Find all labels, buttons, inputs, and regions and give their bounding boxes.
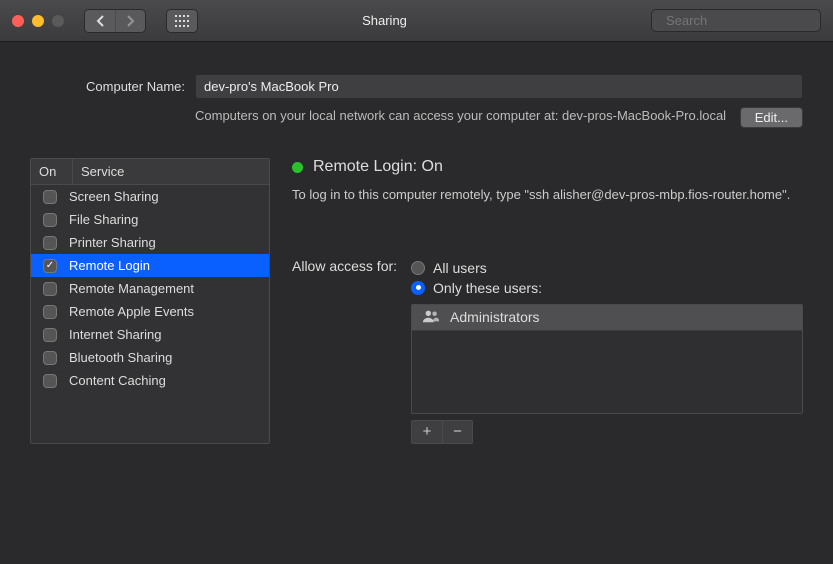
status-line: Remote Login: On: [292, 158, 803, 176]
radio-icon: [411, 261, 425, 275]
chevron-left-icon: [96, 15, 105, 27]
radio-all-users[interactable]: All users: [411, 258, 803, 278]
add-user-button[interactable]: +: [412, 421, 442, 443]
radio-only-users[interactable]: Only these users:: [411, 278, 803, 298]
service-label: Content Caching: [69, 373, 166, 388]
computer-name-input[interactable]: [195, 74, 803, 99]
access-label: Allow access for:: [292, 258, 397, 444]
back-button[interactable]: [85, 10, 115, 32]
status-indicator-icon: [292, 162, 303, 173]
search-input[interactable]: [666, 13, 833, 28]
service-checkbox[interactable]: [43, 328, 57, 342]
access-section: Allow access for: All users Only these u…: [292, 258, 803, 444]
computer-name-hint: Computers on your local network can acce…: [195, 107, 728, 128]
remove-user-button[interactable]: −: [442, 421, 472, 443]
users-icon: [422, 309, 440, 326]
service-label: Screen Sharing: [69, 189, 159, 204]
service-checkbox[interactable]: [43, 351, 57, 365]
service-row[interactable]: Screen Sharing: [31, 185, 269, 208]
zoom-window-button[interactable]: [52, 15, 64, 27]
service-label: Internet Sharing: [69, 327, 162, 342]
service-checkbox[interactable]: [43, 236, 57, 250]
service-row[interactable]: Printer Sharing: [31, 231, 269, 254]
status-label: Remote Login: On: [313, 158, 443, 176]
service-checkbox[interactable]: [43, 213, 57, 227]
window-title: Sharing: [126, 13, 643, 28]
minimize-window-button[interactable]: [32, 15, 44, 27]
service-label: Remote Apple Events: [69, 304, 194, 319]
service-checkbox[interactable]: [43, 305, 57, 319]
header-service: Service: [73, 159, 269, 184]
user-label: Administrators: [450, 309, 539, 325]
radio-all-label: All users: [433, 260, 487, 276]
titlebar: Sharing: [0, 0, 833, 42]
service-row[interactable]: File Sharing: [31, 208, 269, 231]
close-window-button[interactable]: [12, 15, 24, 27]
service-row[interactable]: Internet Sharing: [31, 323, 269, 346]
services-table: On Service Screen Sharing File Sharing Pri…: [30, 158, 270, 444]
service-checkbox[interactable]: [43, 282, 57, 296]
service-row[interactable]: Remote Management: [31, 277, 269, 300]
service-label: File Sharing: [69, 212, 138, 227]
computer-name-row: Computer Name:: [30, 74, 803, 99]
edit-button[interactable]: Edit...: [740, 107, 803, 128]
detail-panel: Remote Login: On To log in to this compu…: [292, 158, 803, 444]
radio-only-label: Only these users:: [433, 280, 542, 296]
user-list: Administrators: [411, 304, 803, 414]
header-on: On: [31, 159, 73, 184]
service-label: Remote Management: [69, 281, 194, 296]
computer-name-label: Computer Name:: [30, 79, 185, 94]
service-row[interactable]: Content Caching: [31, 369, 269, 392]
main-area: On Service Screen Sharing File Sharing Pri…: [30, 158, 803, 444]
login-instruction: To log in to this computer remotely, typ…: [292, 186, 803, 204]
radio-icon: [411, 281, 425, 295]
service-label: Bluetooth Sharing: [69, 350, 172, 365]
content: Computer Name: Computers on your local n…: [0, 42, 833, 456]
nav-group: [84, 9, 146, 33]
service-label: Remote Login: [69, 258, 150, 273]
user-row[interactable]: Administrators: [412, 305, 802, 331]
service-row[interactable]: Remote Apple Events: [31, 300, 269, 323]
access-radios: All users Only these users: Administrato…: [411, 258, 803, 444]
service-row[interactable]: ✓ Remote Login: [31, 254, 269, 277]
forward-button[interactable]: [115, 10, 145, 32]
service-row[interactable]: Bluetooth Sharing: [31, 346, 269, 369]
traffic-lights: [12, 15, 64, 27]
service-label: Printer Sharing: [69, 235, 156, 250]
chevron-right-icon: [126, 15, 135, 27]
service-checkbox[interactable]: ✓: [43, 259, 57, 273]
service-checkbox[interactable]: [43, 190, 57, 204]
services-header: On Service: [31, 159, 269, 185]
service-checkbox[interactable]: [43, 374, 57, 388]
add-remove-group: + −: [411, 420, 473, 444]
services-body: Screen Sharing File Sharing Printer Sharin…: [31, 185, 269, 392]
search-field[interactable]: [651, 9, 821, 32]
